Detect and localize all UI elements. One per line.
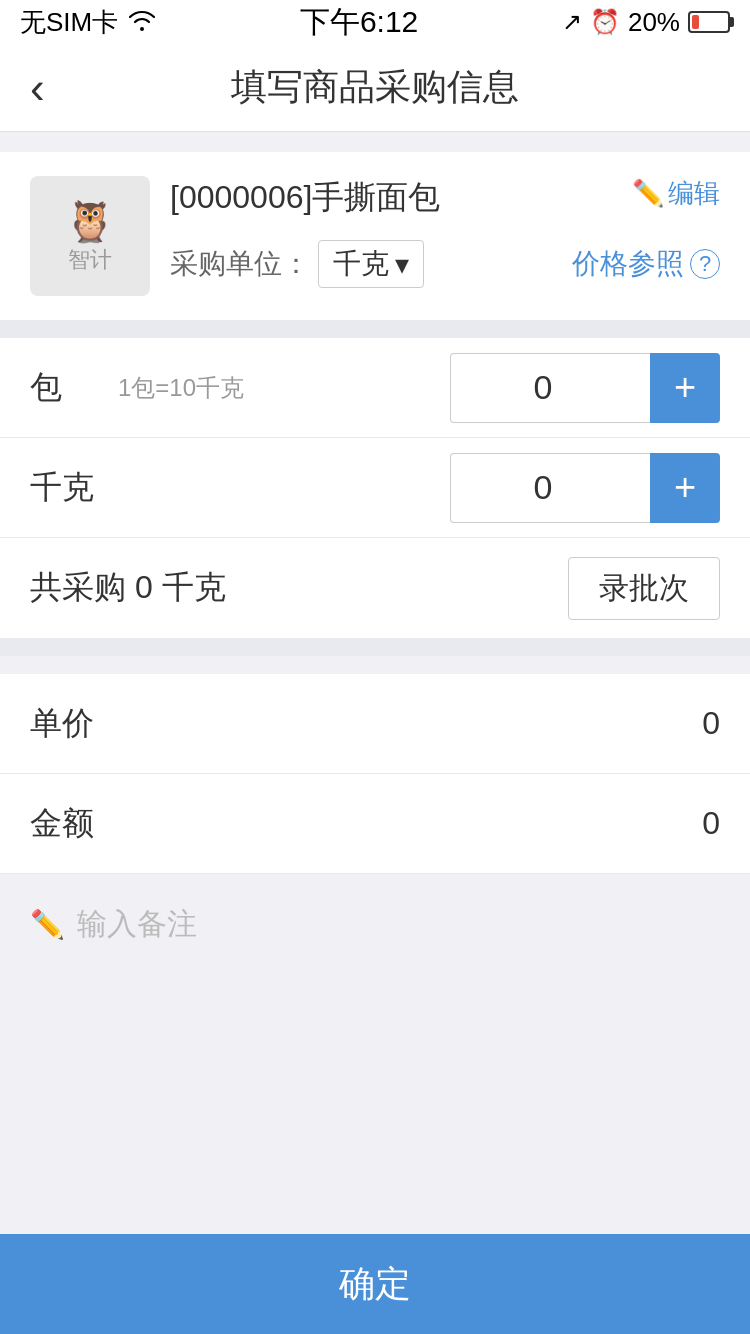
- qty-input-kg[interactable]: [450, 453, 650, 523]
- note-section[interactable]: ✏️ 输入备注: [0, 874, 750, 975]
- price-row-unit: 单价 0: [0, 674, 750, 774]
- qty-plus-bao-button[interactable]: +: [650, 353, 720, 423]
- note-placeholder: 输入备注: [77, 904, 197, 945]
- unit-bao-label: 包: [30, 366, 110, 410]
- unit-kg-label: 千克: [30, 466, 110, 510]
- status-bar: 无SIM卡 下午6:12 ↗ ⏰ 20%: [0, 0, 750, 44]
- alarm-icon: ⏰: [590, 8, 620, 36]
- qty-input-bao-group: +: [450, 353, 720, 423]
- location-icon: ↗: [562, 8, 582, 36]
- product-unit: 采购单位： 千克 ▾ 价格参照 ?: [170, 240, 720, 288]
- content-space: [0, 975, 750, 1275]
- product-image: 🦉 智计: [30, 176, 150, 296]
- back-button[interactable]: ‹: [30, 66, 45, 110]
- unit-label: 采购单位：: [170, 245, 310, 283]
- page-title: 填写商品采购信息: [231, 63, 519, 112]
- product-info: [0000006]手撕面包 ✏️ 编辑 采购单位： 千克 ▾ 价格参照 ?: [170, 176, 720, 288]
- status-time: 下午6:12: [300, 2, 418, 43]
- battery-pct: 20%: [628, 7, 680, 38]
- total-label: 共采购 0 千克: [30, 566, 226, 610]
- product-card: 🦉 智计 [0000006]手撕面包 ✏️ 编辑 采购单位： 千克 ▾ 价格参照…: [0, 152, 750, 320]
- quantity-row-kg: 千克 +: [0, 438, 750, 538]
- price-ref-label: 价格参照: [572, 245, 684, 283]
- price-amount-label: 金额: [30, 802, 702, 846]
- total-row: 共采购 0 千克 录批次: [0, 538, 750, 638]
- status-right: ↗ ⏰ 20%: [562, 7, 730, 38]
- unit-bao-sublabel: 1包=10千克: [118, 372, 450, 404]
- dropdown-arrow-icon: ▾: [395, 248, 409, 281]
- unit-select[interactable]: 千克 ▾: [318, 240, 424, 288]
- price-ref-help-icon: ?: [690, 249, 720, 279]
- price-row-amount: 金额 0: [0, 774, 750, 874]
- price-unit-value: 0: [702, 705, 720, 742]
- price-amount-value: 0: [702, 805, 720, 842]
- carrier-label: 无SIM卡: [20, 5, 118, 40]
- input-section: 包 1包=10千克 + 千克 +: [0, 338, 750, 538]
- confirm-button[interactable]: 确定: [0, 1234, 750, 1334]
- wifi-icon: [128, 7, 156, 38]
- unit-value: 千克: [333, 245, 389, 283]
- edit-icon: ✏️: [632, 178, 664, 209]
- product-name: [0000006]手撕面包: [170, 176, 440, 220]
- status-left: 无SIM卡: [20, 5, 156, 40]
- qty-plus-kg-button[interactable]: +: [650, 453, 720, 523]
- section-divider-2: [0, 638, 750, 656]
- quantity-row-bao: 包 1包=10千克 +: [0, 338, 750, 438]
- price-unit-label: 单价: [30, 702, 702, 746]
- edit-label: 编辑: [668, 176, 720, 211]
- owl-icon: 🦉: [65, 198, 115, 245]
- nav-bar: ‹ 填写商品采购信息: [0, 44, 750, 132]
- qty-input-kg-group: +: [450, 453, 720, 523]
- product-image-label: 智计: [68, 245, 112, 275]
- price-section: 单价 0 金额 0: [0, 674, 750, 874]
- pencil-icon: ✏️: [30, 908, 65, 941]
- battery-icon: [688, 11, 730, 33]
- edit-button[interactable]: ✏️ 编辑: [632, 176, 720, 211]
- qty-input-bao[interactable]: [450, 353, 650, 423]
- price-ref-button[interactable]: 价格参照 ?: [572, 245, 720, 283]
- section-divider-1: [0, 320, 750, 338]
- product-header: [0000006]手撕面包 ✏️ 编辑: [170, 176, 720, 220]
- batch-button[interactable]: 录批次: [568, 557, 720, 620]
